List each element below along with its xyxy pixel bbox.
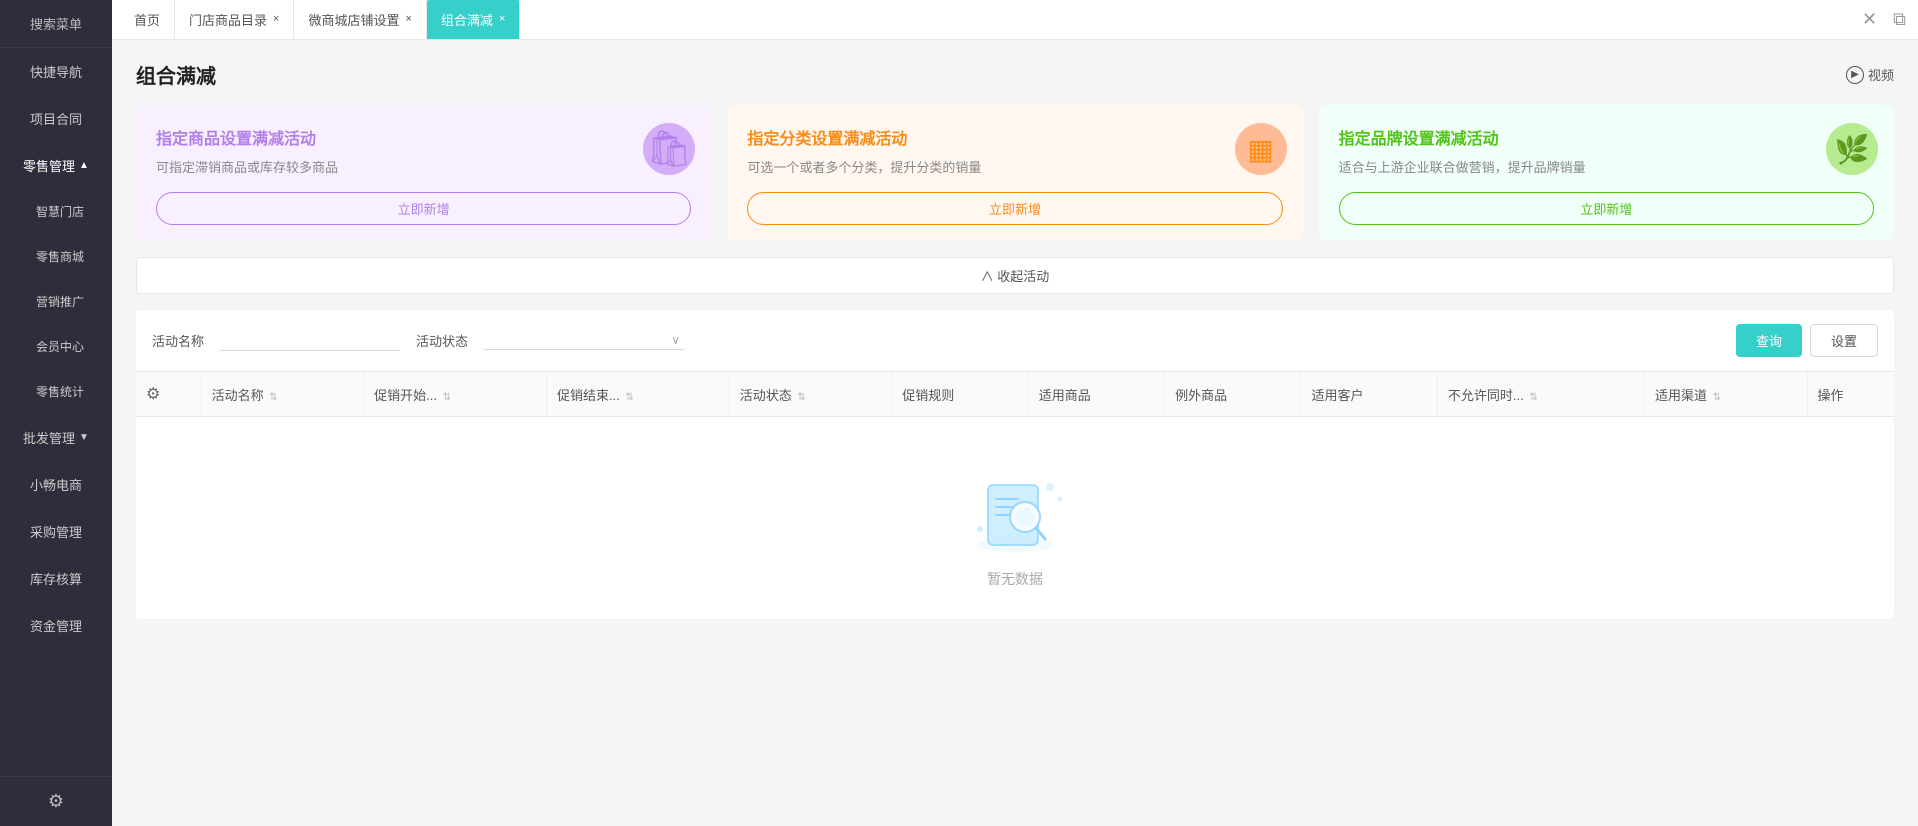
table-settings-icon[interactable]: ⚙ <box>146 386 160 403</box>
cards-row: 指定商品设置满减活动 可指定滞销商品或库存较多商品 🛍 立即新增 指定分类设置满… <box>136 105 1894 241</box>
restore-window-button[interactable]: ⧉ <box>1889 9 1910 30</box>
sidebar-footer: ⚙ <box>0 776 112 826</box>
sidebar-item-retail-stats[interactable]: 零售统计 <box>0 369 112 414</box>
sidebar-item-purchase-mgmt[interactable]: 采购管理 <box>0 508 112 555</box>
th-activity-status: 活动状态 ⇅ <box>729 372 892 417</box>
page-header: 组合满减 ▶ 视频 <box>136 60 1894 89</box>
play-icon: ▶ <box>1846 66 1864 84</box>
activity-status-label: 活动状态 <box>416 331 468 350</box>
product-card-desc: 可指定滞销商品或库存较多商品 <box>156 157 691 176</box>
data-table-wrap: ⚙ 活动名称 ⇅ 促销开始... ⇅ 促销结束... ⇅ <box>136 372 1894 619</box>
sort-activity-status-icon[interactable]: ⇅ <box>797 392 805 403</box>
category-card-add-button[interactable]: 立即新增 <box>747 192 1282 225</box>
empty-illustration <box>960 467 1070 557</box>
filter-actions: 查询 设置 <box>1736 324 1878 357</box>
th-applicable-customer: 适用客户 <box>1301 372 1437 417</box>
product-card-add-button[interactable]: 立即新增 <box>156 192 691 225</box>
content-area: 组合满减 ▶ 视频 指定商品设置满减活动 可指定滞销商品或库存较多商品 🛍 立即… <box>112 40 1918 826</box>
sidebar-item-xiaochangec[interactable]: 小畅电商 <box>0 461 112 508</box>
tab-combo-discount[interactable]: 组合满减 × <box>427 0 520 39</box>
page-title: 组合满减 <box>136 60 216 89</box>
category-card-title: 指定分类设置满减活动 <box>747 125 1282 149</box>
brand-activity-card: 指定品牌设置满减活动 适合与上游企业联合做营销，提升品牌销量 🌿 立即新增 <box>1319 105 1894 241</box>
brand-card-desc: 适合与上游企业联合做营销，提升品牌销量 <box>1339 157 1874 176</box>
th-promo-end: 促销结束... ⇅ <box>546 372 729 417</box>
tab-actions: ✕ ⧉ <box>1858 9 1910 30</box>
table-body: 暂无数据 <box>136 417 1894 620</box>
sidebar-item-project-contract[interactable]: 项目合同 <box>0 95 112 142</box>
product-card-title: 指定商品设置满减活动 <box>156 125 691 149</box>
sort-activity-name-icon[interactable]: ⇅ <box>269 392 277 403</box>
tab-close-miniapp-settings[interactable]: × <box>405 14 411 25</box>
activity-name-label: 活动名称 <box>152 331 204 350</box>
th-promo-rule: 促销规则 <box>892 372 1028 417</box>
tab-bar: 首页 门店商品目录 × 微商城店铺设置 × 组合满减 × ✕ ⧉ <box>112 0 1918 40</box>
category-icon: ▦ <box>1235 123 1287 175</box>
activity-status-select[interactable]: ∨ <box>484 331 684 350</box>
sidebar-item-fund-mgmt[interactable]: 资金管理 <box>0 602 112 649</box>
chevron-down-icon: ▼ <box>79 432 89 443</box>
category-card-desc: 可选一个或者多个分类，提升分类的销量 <box>747 157 1282 176</box>
tab-close-combo-discount[interactable]: × <box>499 14 505 25</box>
tab-store-catalog[interactable]: 门店商品目录 × <box>175 0 294 39</box>
brand-card-add-button[interactable]: 立即新增 <box>1339 192 1874 225</box>
sidebar-item-retail-mall[interactable]: 零售商城 <box>0 234 112 279</box>
brand-card-title: 指定品牌设置满减活动 <box>1339 125 1874 149</box>
empty-text: 暂无数据 <box>136 569 1894 589</box>
category-activity-card: 指定分类设置满减活动 可选一个或者多个分类，提升分类的销量 ▦ 立即新增 <box>727 105 1302 241</box>
sidebar-item-stock-calc[interactable]: 库存核算 <box>0 555 112 602</box>
tab-home[interactable]: 首页 <box>120 0 175 39</box>
sort-promo-end-icon[interactable]: ⇅ <box>625 392 633 403</box>
collapse-activity-bar[interactable]: ∧ 收起活动 <box>136 257 1894 294</box>
sidebar-item-smart-store[interactable]: 智慧门店 <box>0 189 112 234</box>
settings-button[interactable]: 设置 <box>1810 324 1878 357</box>
query-button[interactable]: 查询 <box>1736 324 1802 357</box>
chevron-up-icon: ▲ <box>79 160 89 171</box>
main-area: 首页 门店商品目录 × 微商城店铺设置 × 组合满减 × ✕ ⧉ 组合满减 ▶ … <box>112 0 1918 826</box>
data-table: ⚙ 活动名称 ⇅ 促销开始... ⇅ 促销结束... ⇅ <box>136 372 1894 619</box>
th-operation: 操作 <box>1807 372 1894 417</box>
activity-name-input[interactable] <box>220 331 400 351</box>
table-header: ⚙ 活动名称 ⇅ 促销开始... ⇅ 促销结束... ⇅ <box>136 372 1894 417</box>
th-activity-name: 活动名称 ⇅ <box>201 372 364 417</box>
gear-icon[interactable]: ⚙ <box>48 791 64 811</box>
sidebar-item-member-center[interactable]: 会员中心 <box>0 324 112 369</box>
th-no-overlap: 不允许同时... ⇅ <box>1437 372 1644 417</box>
tab-close-store-catalog[interactable]: × <box>273 14 279 25</box>
shopping-bag-icon: 🛍 <box>643 123 695 175</box>
th-applicable-channel: 适用渠道 ⇅ <box>1644 372 1807 417</box>
filter-row: 活动名称 活动状态 ∨ 查询 设置 <box>136 310 1894 372</box>
close-window-button[interactable]: ✕ <box>1858 9 1881 30</box>
th-promo-start: 促销开始... ⇅ <box>364 372 547 417</box>
sidebar-item-quick-nav[interactable]: 快捷导航 <box>0 48 112 95</box>
sidebar-search[interactable]: 搜索菜单 <box>0 0 112 48</box>
sort-promo-start-icon[interactable]: ⇅ <box>443 392 451 403</box>
sidebar-item-retail-mgmt[interactable]: 零售管理 ▲ <box>0 142 112 189</box>
th-applicable-goods: 适用商品 <box>1028 372 1164 417</box>
video-link[interactable]: ▶ 视频 <box>1846 65 1894 84</box>
leaf-icon: 🌿 <box>1826 123 1878 175</box>
th-excluded-goods: 例外商品 <box>1165 372 1301 417</box>
tab-miniapp-settings[interactable]: 微商城店铺设置 × <box>294 0 426 39</box>
sort-applicable-channel-icon[interactable]: ⇅ <box>1713 392 1721 403</box>
product-activity-card: 指定商品设置满减活动 可指定滞销商品或库存较多商品 🛍 立即新增 <box>136 105 711 241</box>
sort-no-overlap-icon[interactable]: ⇅ <box>1529 392 1537 403</box>
th-settings[interactable]: ⚙ <box>136 372 201 417</box>
sidebar-item-marketing[interactable]: 营销推广 <box>0 279 112 324</box>
chevron-down-icon: ∨ <box>671 333 680 347</box>
sidebar-item-wholesale-mgmt[interactable]: 批发管理 ▼ <box>0 414 112 461</box>
sidebar: 搜索菜单 快捷导航 项目合同 零售管理 ▲ 智慧门店 零售商城 营销推广 会员中… <box>0 0 112 826</box>
